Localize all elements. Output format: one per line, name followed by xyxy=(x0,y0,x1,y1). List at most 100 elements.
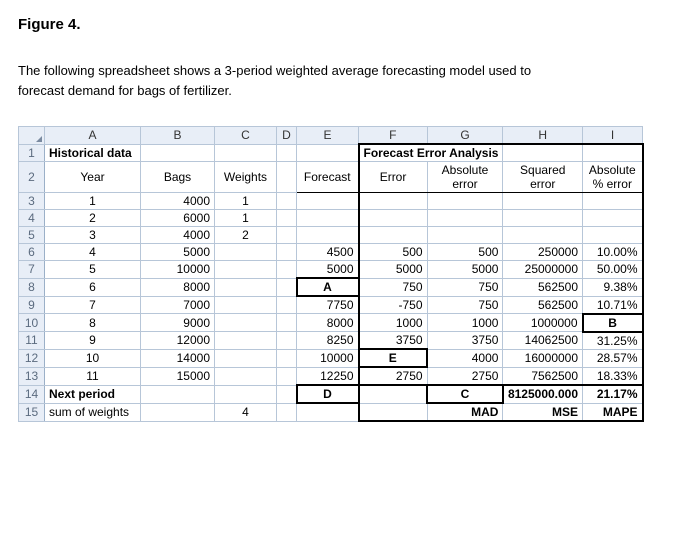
cell[interactable]: sum of weights xyxy=(45,403,141,421)
cell[interactable]: 750 xyxy=(427,278,503,296)
cell[interactable] xyxy=(297,227,359,244)
cell[interactable]: 4000 xyxy=(141,227,215,244)
cell[interactable] xyxy=(215,144,277,162)
cell[interactable]: 7562500 xyxy=(503,367,583,385)
cell[interactable]: Forecast Error Analysis xyxy=(359,144,503,162)
cell[interactable]: MSE xyxy=(503,403,583,421)
cell[interactable]: 28.57% xyxy=(583,349,643,367)
cell[interactable] xyxy=(277,385,297,403)
cell[interactable] xyxy=(277,367,297,385)
cell[interactable]: 12000 xyxy=(141,332,215,350)
cell[interactable]: 14062500 xyxy=(503,332,583,350)
cell[interactable]: 8125000.000 xyxy=(503,385,583,403)
cell[interactable] xyxy=(277,278,297,296)
cell[interactable]: 18.33% xyxy=(583,367,643,385)
row-header[interactable]: 1 xyxy=(19,144,45,162)
col-header[interactable]: H xyxy=(503,127,583,145)
cell[interactable]: 250000 xyxy=(503,244,583,261)
cell[interactable]: 4 xyxy=(215,403,277,421)
cell[interactable]: 1 xyxy=(45,193,141,210)
cell[interactable]: 5000 xyxy=(359,261,428,279)
cell[interactable]: 3 xyxy=(45,227,141,244)
cell[interactable] xyxy=(427,210,503,227)
cell[interactable] xyxy=(297,144,359,162)
cell[interactable] xyxy=(427,227,503,244)
cell[interactable]: 500 xyxy=(359,244,428,261)
col-header[interactable]: C xyxy=(215,127,277,145)
cell[interactable] xyxy=(215,385,277,403)
cell[interactable] xyxy=(503,210,583,227)
cell[interactable]: 12250 xyxy=(297,367,359,385)
cell[interactable]: Bags xyxy=(141,162,215,193)
cell[interactable]: MAPE xyxy=(583,403,643,421)
cell[interactable] xyxy=(215,261,277,279)
cell[interactable]: E xyxy=(359,349,428,367)
col-header[interactable]: E xyxy=(297,127,359,145)
cell[interactable] xyxy=(215,349,277,367)
cell[interactable]: 4000 xyxy=(427,349,503,367)
cell[interactable]: 8 xyxy=(45,314,141,332)
cell[interactable]: 562500 xyxy=(503,278,583,296)
row-header[interactable]: 3 xyxy=(19,193,45,210)
row-header[interactable]: 7 xyxy=(19,261,45,279)
cell[interactable] xyxy=(277,261,297,279)
row-header[interactable]: 2 xyxy=(19,162,45,193)
col-header[interactable]: B xyxy=(141,127,215,145)
cell[interactable] xyxy=(583,210,643,227)
cell[interactable] xyxy=(277,227,297,244)
cell[interactable] xyxy=(277,296,297,314)
cell[interactable]: Error xyxy=(359,162,428,193)
cell[interactable]: B xyxy=(583,314,643,332)
cell[interactable] xyxy=(141,385,215,403)
cell[interactable]: 750 xyxy=(359,278,428,296)
cell[interactable]: 10.71% xyxy=(583,296,643,314)
cell[interactable] xyxy=(297,193,359,210)
cell[interactable]: 4500 xyxy=(297,244,359,261)
cell[interactable] xyxy=(359,385,428,403)
cell[interactable]: 1000 xyxy=(427,314,503,332)
cell[interactable]: 21.17% xyxy=(583,385,643,403)
col-header[interactable]: I xyxy=(583,127,643,145)
cell[interactable] xyxy=(503,193,583,210)
cell[interactable] xyxy=(359,193,428,210)
cell[interactable] xyxy=(359,403,428,421)
cell[interactable]: Weights xyxy=(215,162,277,193)
cell[interactable]: 1000000 xyxy=(503,314,583,332)
cell[interactable] xyxy=(359,227,428,244)
cell[interactable] xyxy=(297,403,359,421)
cell[interactable]: 10 xyxy=(45,349,141,367)
cell[interactable]: 10.00% xyxy=(583,244,643,261)
cell[interactable]: 750 xyxy=(427,296,503,314)
cell[interactable]: MAD xyxy=(427,403,503,421)
cell[interactable]: Absolute% error xyxy=(583,162,643,193)
cell[interactable]: 1000 xyxy=(359,314,428,332)
row-header[interactable]: 6 xyxy=(19,244,45,261)
cell[interactable]: 3750 xyxy=(427,332,503,350)
cell[interactable] xyxy=(215,367,277,385)
cell[interactable]: Year xyxy=(45,162,141,193)
cell[interactable] xyxy=(277,403,297,421)
col-header[interactable]: A xyxy=(45,127,141,145)
cell[interactable]: 7 xyxy=(45,296,141,314)
cell[interactable]: 50.00% xyxy=(583,261,643,279)
cell[interactable]: 2750 xyxy=(427,367,503,385)
cell[interactable] xyxy=(359,210,428,227)
cell[interactable]: 500 xyxy=(427,244,503,261)
cell[interactable] xyxy=(277,144,297,162)
row-header[interactable]: 9 xyxy=(19,296,45,314)
cell[interactable] xyxy=(277,244,297,261)
cell[interactable]: Next period xyxy=(45,385,141,403)
cell[interactable]: 562500 xyxy=(503,296,583,314)
cell[interactable]: 5 xyxy=(45,261,141,279)
cell[interactable]: A xyxy=(297,278,359,296)
cell[interactable] xyxy=(503,144,583,162)
row-header[interactable]: 5 xyxy=(19,227,45,244)
row-header[interactable]: 15 xyxy=(19,403,45,421)
row-header[interactable]: 10 xyxy=(19,314,45,332)
cell[interactable]: 5000 xyxy=(297,261,359,279)
cell[interactable]: 11 xyxy=(45,367,141,385)
row-header[interactable]: 8 xyxy=(19,278,45,296)
cell[interactable] xyxy=(583,193,643,210)
cell[interactable] xyxy=(141,144,215,162)
row-header[interactable]: 4 xyxy=(19,210,45,227)
